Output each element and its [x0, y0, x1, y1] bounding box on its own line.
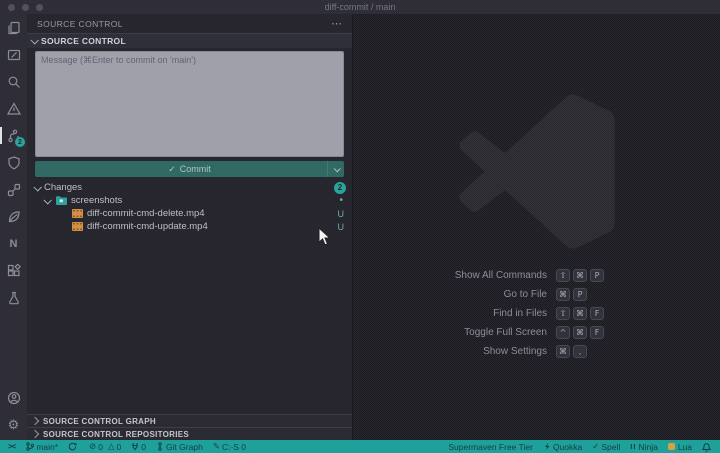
- key-letter: P: [573, 288, 587, 301]
- git-branch-icon: [26, 442, 35, 451]
- status-bar: >< main* ⊘ 0 △ 0 0 Git Graph ✎ C:-S 0 Su…: [0, 440, 720, 453]
- vscode-window: diff-commit / main 2 N ⚙ SOURCE CONTROL …: [0, 0, 720, 453]
- shortcut-row: Show All Commands ⇧ ⌘ P: [353, 266, 720, 285]
- git-status-untracked: U: [337, 221, 345, 232]
- changes-tree: Changes 2 screenshots • diff-commit-cmd-…: [27, 181, 352, 233]
- video-file-icon: [72, 222, 83, 231]
- shield-icon[interactable]: [0, 149, 27, 176]
- key-cmd: ⌘: [573, 269, 587, 282]
- ninja-status[interactable]: II Ninja: [630, 442, 658, 452]
- key-cmd: ⌘: [573, 307, 587, 320]
- branch-indicator[interactable]: main*: [26, 442, 58, 452]
- warning-icon: △: [107, 441, 115, 451]
- testing-flask-icon[interactable]: [0, 284, 27, 311]
- chevron-down-icon: [333, 164, 341, 172]
- problems-counter[interactable]: ⊘ 0 △ 0: [89, 441, 121, 452]
- explorer-icon[interactable]: [0, 14, 27, 41]
- folder-icon: [56, 196, 67, 205]
- pause-icon: II: [630, 442, 637, 451]
- section-source-control-graph[interactable]: SOURCE CONTROL GRAPH: [27, 414, 352, 427]
- file-row[interactable]: diff-commit-cmd-update.mp4 U: [27, 220, 352, 233]
- file-row[interactable]: diff-commit-cmd-delete.mp4 U: [27, 207, 352, 220]
- leaf-icon[interactable]: [0, 203, 27, 230]
- sync-button[interactable]: [68, 442, 79, 451]
- vscode-logo-watermark: [459, 94, 615, 249]
- chevron-down-icon: [43, 195, 52, 205]
- commit-button[interactable]: ✓ Commit: [35, 161, 344, 177]
- title-bar: diff-commit / main: [0, 0, 720, 14]
- key-ctrl: ^: [556, 326, 570, 339]
- git-status-untracked: U: [337, 208, 345, 219]
- extensions-icon[interactable]: [0, 257, 27, 284]
- chevron-down-icon: [30, 36, 39, 45]
- chevron-right-icon: [30, 429, 40, 439]
- editor-area: Show All Commands ⇧ ⌘ P Go to File ⌘ P Find…: [353, 14, 720, 440]
- spell-counter[interactable]: ✎ C:-S 0: [213, 441, 246, 452]
- key-letter: F: [590, 307, 604, 320]
- account-icon[interactable]: [0, 384, 27, 411]
- shortcut-row: Go to File ⌘ P: [353, 285, 720, 304]
- quokka-status[interactable]: Quokka: [543, 442, 582, 452]
- plug-icon: [132, 443, 139, 451]
- notifications-button[interactable]: [702, 442, 713, 452]
- folder-change-dot: •: [339, 195, 343, 206]
- section-source-control-repositories[interactable]: SOURCE CONTROL REPOSITORIES: [27, 427, 352, 440]
- sidebar-pane-header: SOURCE CONTROL ⋯: [27, 14, 352, 33]
- key-cmd: ⌘: [556, 345, 570, 358]
- spell-status[interactable]: ✓ Spell: [592, 441, 620, 452]
- shortcut-row: Show Settings ⌘,: [353, 342, 720, 361]
- lua-icon: [667, 443, 675, 450]
- shortcut-row: Find in Files ⇧ ⌘ F: [353, 304, 720, 323]
- more-actions-icon[interactable]: ⋯: [331, 18, 342, 29]
- mouse-cursor: [318, 227, 331, 246]
- key-cmd: ⌘: [556, 288, 570, 301]
- key-shift: ⇧: [556, 307, 570, 320]
- lua-status[interactable]: Lua: [667, 442, 692, 452]
- check-icon: ✓: [592, 441, 600, 451]
- keyboard-shortcut-hints: Show All Commands ⇧ ⌘ P Go to File ⌘ P Find…: [353, 266, 720, 361]
- source-control-icon[interactable]: 2: [0, 122, 27, 149]
- changes-count-badge: 2: [334, 181, 346, 194]
- commit-message-input[interactable]: [35, 51, 344, 157]
- sync-icon: [68, 442, 77, 451]
- remote-indicator[interactable]: ><: [8, 442, 16, 451]
- editor-playground-icon[interactable]: [0, 41, 27, 68]
- supermaven-status[interactable]: Supermaven Free Tier: [448, 442, 533, 452]
- chevron-down-icon: [33, 182, 42, 192]
- changes-row[interactable]: Changes 2: [27, 181, 352, 194]
- commit-dropdown-button[interactable]: [327, 161, 344, 177]
- key-comma: ,: [573, 345, 587, 358]
- video-file-icon: [72, 209, 83, 218]
- git-graph-button[interactable]: Git Graph: [156, 442, 203, 452]
- key-letter: P: [590, 269, 604, 282]
- chevron-right-icon: [30, 416, 40, 426]
- ninja-icon[interactable]: N: [0, 230, 27, 257]
- scm-badge: 2: [15, 137, 25, 147]
- problems-icon[interactable]: [0, 95, 27, 122]
- pencil-icon: ✎: [212, 441, 220, 451]
- key-shift: ⇧: [556, 269, 570, 282]
- source-control-sidebar: SOURCE CONTROL ⋯ SOURCE CONTROL ✓ Commit…: [27, 14, 353, 440]
- ports-counter[interactable]: 0: [131, 442, 146, 452]
- remote-explorer-icon[interactable]: [0, 176, 27, 203]
- activity-bar: 2 N ⚙: [0, 14, 27, 440]
- key-letter: F: [590, 326, 604, 339]
- window-title: diff-commit / main: [324, 2, 396, 12]
- folder-row-screenshots[interactable]: screenshots •: [27, 194, 352, 207]
- git-graph-icon: [158, 442, 162, 451]
- shortcut-row: Toggle Full Screen ^ ⌘ F: [353, 323, 720, 342]
- search-icon[interactable]: [0, 68, 27, 95]
- bell-icon: [702, 442, 711, 452]
- error-icon: ⊘: [89, 441, 97, 451]
- check-icon: ✓: [168, 163, 176, 174]
- quokka-icon: [544, 442, 550, 451]
- key-cmd: ⌘: [573, 326, 587, 339]
- scm-section-header[interactable]: SOURCE CONTROL: [27, 33, 352, 48]
- sidebar-title: SOURCE CONTROL: [37, 18, 123, 29]
- settings-gear-icon[interactable]: ⚙: [0, 411, 27, 438]
